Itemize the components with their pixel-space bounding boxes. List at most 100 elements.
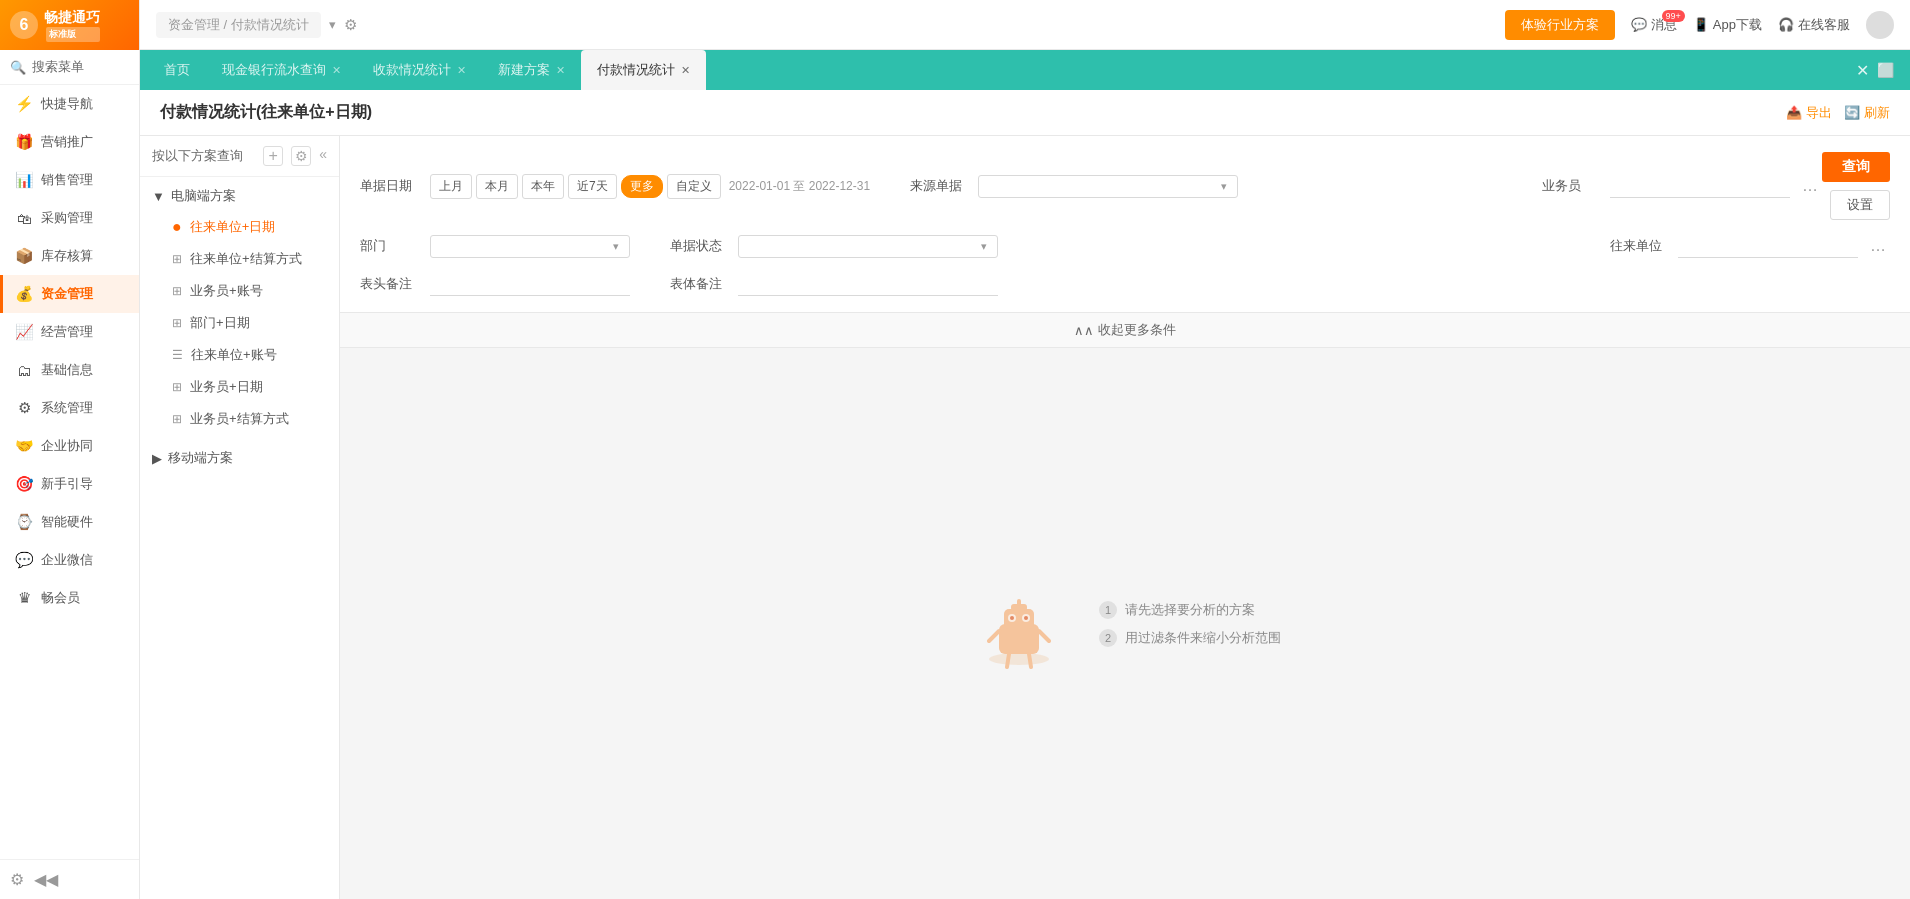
sidebar-item-vip[interactable]: ♛ 畅会员 bbox=[0, 579, 139, 617]
add-scheme-icon[interactable]: + bbox=[263, 146, 283, 166]
breadcrumb: 资金管理 / 付款情况统计 bbox=[156, 12, 321, 38]
sidebar-item-enterprise[interactable]: 🤝 企业协同 bbox=[0, 427, 139, 465]
trial-button[interactable]: 体验行业方案 bbox=[1505, 10, 1615, 40]
table-body-notes-label: 表体备注 bbox=[670, 275, 730, 293]
message-btn[interactable]: 💬 消息 99+ bbox=[1631, 16, 1677, 34]
scheme-item-staff-settle[interactable]: ⊞ 业务员+结算方式 bbox=[140, 403, 339, 435]
collapse-sidebar-icon[interactable]: ◀◀ bbox=[34, 870, 58, 889]
scheme-item-partner-settle[interactable]: ⊞ 往来单位+结算方式 bbox=[140, 243, 339, 275]
inventory-icon: 📦 bbox=[15, 247, 33, 265]
query-button[interactable]: 查询 bbox=[1822, 152, 1890, 182]
scheme-item-staff-account[interactable]: ⊞ 业务员+账号 bbox=[140, 275, 339, 307]
scheme-item-partner-date[interactable]: ● 往来单位+日期 bbox=[140, 211, 339, 243]
tip-text-1: 请先选择要分析的方案 bbox=[1125, 601, 1255, 619]
table-head-notes-input[interactable] bbox=[430, 272, 630, 296]
sidebar-item-purchase[interactable]: 🛍 采购管理 bbox=[0, 199, 139, 237]
scheme-grid-icon: ⊞ bbox=[172, 412, 182, 426]
sidebar-item-system[interactable]: ⚙ 系统管理 bbox=[0, 389, 139, 427]
sidebar-item-quick-nav[interactable]: ⚡ 快捷导航 bbox=[0, 85, 139, 123]
topbar-settings-icon[interactable]: ⚙ bbox=[344, 16, 357, 34]
date-btn-last-month[interactable]: 上月 bbox=[430, 174, 472, 199]
sidebar-item-hardware[interactable]: ⌚ 智能硬件 bbox=[0, 503, 139, 541]
maximize-window-icon[interactable]: ⬜ bbox=[1877, 62, 1894, 78]
staff-input[interactable] bbox=[1610, 174, 1790, 198]
doc-status-select[interactable]: ▾ bbox=[738, 235, 998, 258]
scheme-item-dept-date[interactable]: ⊞ 部门+日期 bbox=[140, 307, 339, 339]
partner-dots-icon[interactable]: … bbox=[1866, 237, 1890, 255]
sidebar-item-finance[interactable]: 💰 资金管理 bbox=[0, 275, 139, 313]
app-header: 6 畅捷通巧 标准版 bbox=[0, 0, 139, 50]
sidebar-item-inventory[interactable]: 📦 库存核算 bbox=[0, 237, 139, 275]
tab-payment-stats[interactable]: 付款情况统计 ✕ bbox=[581, 50, 706, 90]
tab-payment-stats-label: 付款情况统计 bbox=[597, 61, 675, 79]
tabs-window-controls: ✕ ⬜ bbox=[1856, 61, 1902, 80]
mobile-section-header[interactable]: ▶ 移动端方案 bbox=[140, 443, 339, 473]
sidebar-item-label: 经营管理 bbox=[41, 323, 93, 341]
sidebar-item-basic-info[interactable]: 🗂 基础信息 bbox=[0, 351, 139, 389]
settings-icon[interactable]: ⚙ bbox=[10, 870, 24, 889]
source-doc-label: 来源单据 bbox=[910, 177, 970, 195]
sidebar-item-operation[interactable]: 📈 经营管理 bbox=[0, 313, 139, 351]
hardware-icon: ⌚ bbox=[15, 513, 33, 531]
sidebar-item-marketing[interactable]: 🎁 营销推广 bbox=[0, 123, 139, 161]
sales-icon: 📊 bbox=[15, 171, 33, 189]
partner-label: 往来单位 bbox=[1610, 237, 1670, 255]
dept-select[interactable]: ▾ bbox=[430, 235, 630, 258]
scheme-item-staff-date[interactable]: ⊞ 业务员+日期 bbox=[140, 371, 339, 403]
source-doc-arrow-icon: ▾ bbox=[1221, 180, 1227, 193]
page-content: 付款情况统计(往来单位+日期) 📤 导出 🔄 刷新 按以下方案查询 + bbox=[140, 90, 1910, 899]
tab-receipt-stats-close[interactable]: ✕ bbox=[457, 64, 466, 77]
tab-home[interactable]: 首页 bbox=[148, 50, 206, 90]
staff-dots-icon[interactable]: … bbox=[1798, 177, 1822, 195]
tab-receipt-stats[interactable]: 收款情况统计 ✕ bbox=[357, 50, 482, 90]
app-download-label: App下载 bbox=[1713, 16, 1762, 34]
filter-right-actions: 查询 设置 bbox=[1822, 152, 1890, 220]
scheme-item-partner-account[interactable]: ☰ 往来单位+账号 bbox=[140, 339, 339, 371]
left-panel: 按以下方案查询 + ⚙ « ▼ 电脑端方案 ● 往来单位+日期 bbox=[140, 136, 340, 899]
sidebar-item-label: 资金管理 bbox=[41, 285, 93, 303]
user-avatar[interactable] bbox=[1866, 11, 1894, 39]
date-btn-7days[interactable]: 近7天 bbox=[568, 174, 617, 199]
date-btn-this-year[interactable]: 本年 bbox=[522, 174, 564, 199]
export-button[interactable]: 📤 导出 bbox=[1786, 104, 1832, 122]
tab-bank-flow[interactable]: 现金银行流水查询 ✕ bbox=[206, 50, 357, 90]
tab-payment-stats-close[interactable]: ✕ bbox=[681, 64, 690, 77]
partner-input[interactable] bbox=[1678, 234, 1858, 258]
collapse-bar[interactable]: ∧∧ 收起更多条件 bbox=[340, 313, 1910, 348]
date-range-display: 2022-01-01 至 2022-12-31 bbox=[729, 178, 870, 195]
sidebar-item-label: 新手引导 bbox=[41, 475, 93, 493]
sidebar-item-wechat[interactable]: 💬 企业微信 bbox=[0, 541, 139, 579]
date-btn-this-month[interactable]: 本月 bbox=[476, 174, 518, 199]
tab-new-scheme[interactable]: 新建方案 ✕ bbox=[482, 50, 581, 90]
date-btn-custom[interactable]: 自定义 bbox=[667, 174, 721, 199]
sidebar-item-sales[interactable]: 📊 销售管理 bbox=[0, 161, 139, 199]
search-menu-label: 搜索菜单 bbox=[32, 58, 84, 76]
refresh-button[interactable]: 🔄 刷新 bbox=[1844, 104, 1890, 122]
section-label: 电脑端方案 bbox=[171, 187, 236, 205]
tab-new-scheme-close[interactable]: ✕ bbox=[556, 64, 565, 77]
search-menu[interactable]: 🔍 搜索菜单 bbox=[0, 50, 139, 85]
sidebar-item-label: 畅会员 bbox=[41, 589, 80, 607]
table-body-notes-input[interactable] bbox=[738, 272, 998, 296]
scheme-item-label: 往来单位+结算方式 bbox=[190, 250, 302, 268]
settings-button[interactable]: 设置 bbox=[1830, 190, 1890, 220]
scheme-settings-icon[interactable]: ⚙ bbox=[291, 146, 311, 166]
dropdown-arrow-icon[interactable]: ▾ bbox=[329, 17, 336, 32]
sidebar-item-guide[interactable]: 🎯 新手引导 bbox=[0, 465, 139, 503]
source-doc-select[interactable]: ▾ bbox=[978, 175, 1238, 198]
active-scheme-icon: ● bbox=[172, 218, 182, 236]
scheme-grid-icon: ⊞ bbox=[172, 284, 182, 298]
filter-row-1: 单据日期 上月 本月 本年 近7天 更多 自定义 2022-01-01 至 20… bbox=[360, 152, 1890, 220]
panel-collapse-icon[interactable]: « bbox=[319, 146, 327, 166]
scheme-grid-icon: ⊞ bbox=[172, 380, 182, 394]
close-window-icon[interactable]: ✕ bbox=[1856, 61, 1869, 80]
doc-status-label: 单据状态 bbox=[670, 237, 730, 255]
desktop-section-header[interactable]: ▼ 电脑端方案 bbox=[140, 181, 339, 211]
download-icon: 📱 bbox=[1693, 17, 1709, 32]
tab-bank-flow-close[interactable]: ✕ bbox=[332, 64, 341, 77]
online-service-btn[interactable]: 🎧 在线客服 bbox=[1778, 16, 1850, 34]
date-btn-more[interactable]: 更多 bbox=[621, 175, 663, 198]
app-logo: 6 bbox=[10, 11, 38, 39]
app-download-btn[interactable]: 📱 App下载 bbox=[1693, 16, 1762, 34]
tab-receipt-stats-label: 收款情况统计 bbox=[373, 61, 451, 79]
